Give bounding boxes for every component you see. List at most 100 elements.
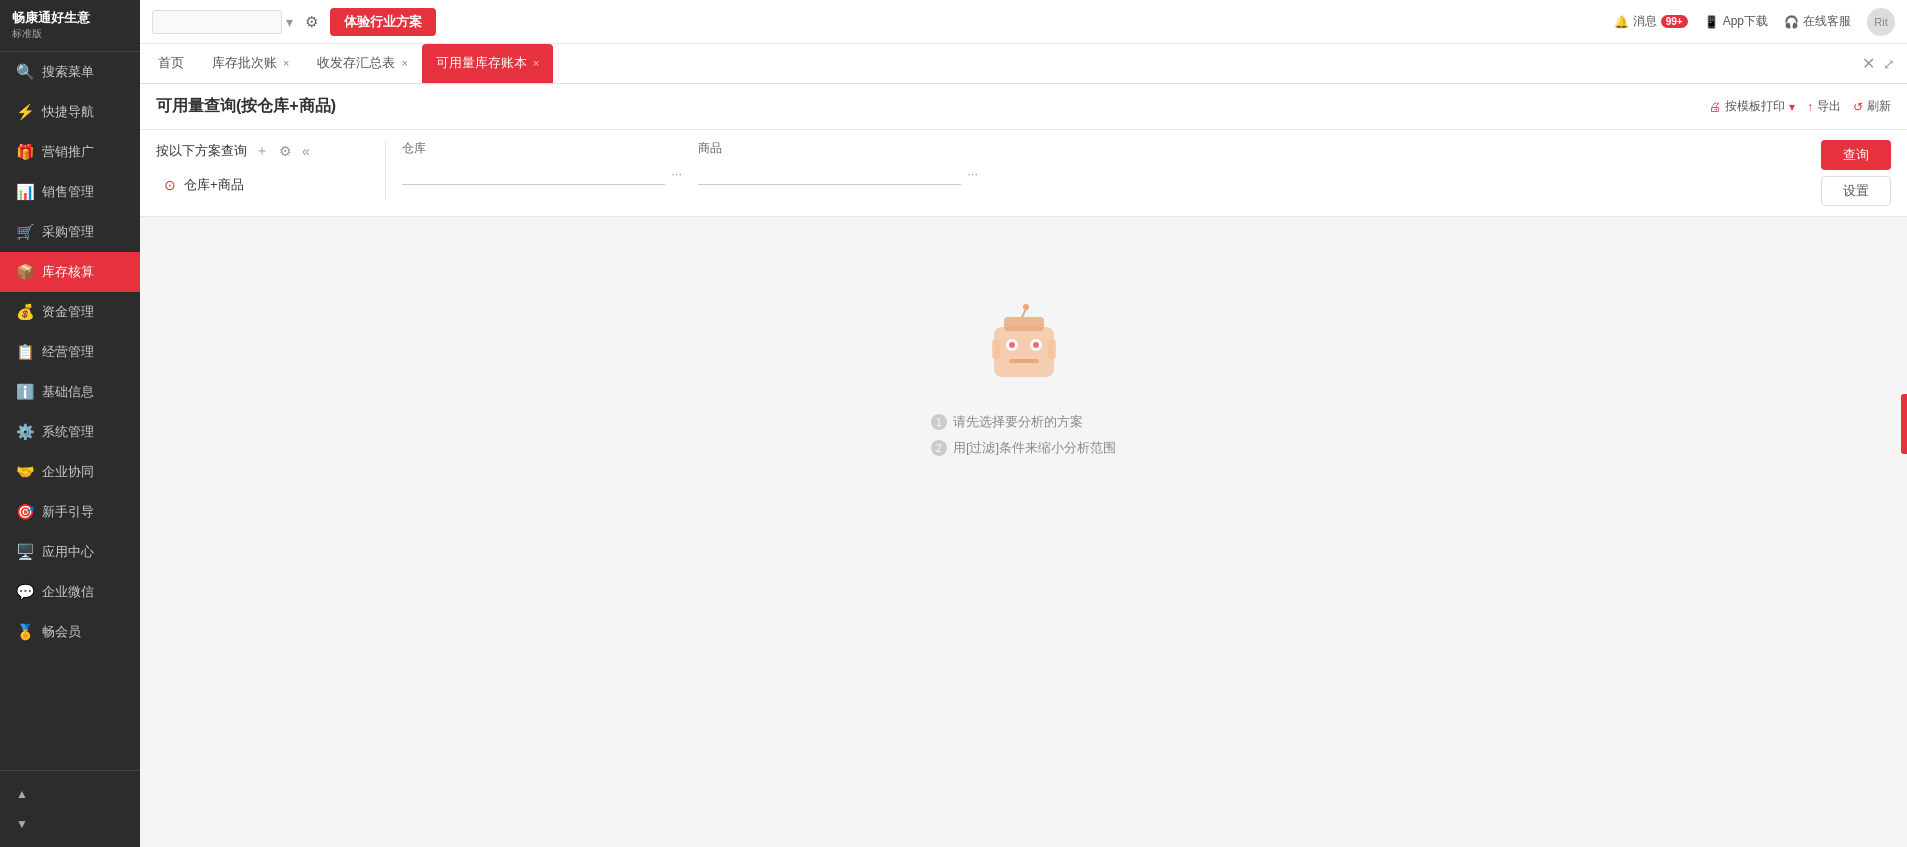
- svg-point-10: [1023, 304, 1029, 310]
- tab-available-close[interactable]: ×: [533, 57, 539, 69]
- search-button[interactable]: ▾: [286, 14, 293, 30]
- app-center-icon: 🖥️: [16, 543, 34, 561]
- sidebar-item-system[interactable]: ⚙️ 系统管理: [0, 412, 140, 452]
- gear-button[interactable]: ⚙: [301, 9, 322, 35]
- topbar-right: 🔔 消息 99+ 📱 App下载 🎧 在线客服 Rit: [1614, 8, 1895, 36]
- expand-button[interactable]: ⤢: [1883, 56, 1895, 72]
- warehouse-input[interactable]: [402, 161, 665, 185]
- scheme-header-label: 按以下方案查询: [156, 142, 247, 160]
- tab-home-label: 首页: [158, 54, 184, 72]
- sidebar-item-label: 营销推广: [42, 143, 94, 161]
- export-label: 导出: [1817, 98, 1841, 115]
- basic-info-icon: ℹ️: [16, 383, 34, 401]
- filter-product: 商品 ···: [698, 140, 978, 185]
- filter-fields: 仓库 ··· 商品 ···: [402, 140, 1805, 185]
- marketing-icon: 🎁: [16, 143, 34, 161]
- avatar: Rit: [1867, 8, 1895, 36]
- bell-icon: 🔔: [1614, 15, 1629, 29]
- notifications-label: 消息: [1633, 13, 1657, 30]
- sidebar-nav: 🔍 搜索菜单 ⚡ 快捷导航 🎁 营销推广 📊 销售管理 🛒 采购管理 📦 库存核…: [0, 52, 140, 770]
- search-input[interactable]: [152, 10, 282, 34]
- sidebar-scroll-down[interactable]: ▼: [0, 809, 140, 839]
- sidebar-item-finance[interactable]: 💰 资金管理: [0, 292, 140, 332]
- sidebar-item-inventory[interactable]: 📦 库存核算: [0, 252, 140, 292]
- tabbar-right: ✕ ⤢: [1862, 44, 1903, 83]
- sales-icon: 📊: [16, 183, 34, 201]
- export-btn[interactable]: ↑ 导出: [1807, 98, 1841, 115]
- svg-point-4: [1009, 342, 1015, 348]
- sidebar-item-operations[interactable]: 📋 经营管理: [0, 332, 140, 372]
- collapse-scheme-btn[interactable]: «: [300, 141, 312, 161]
- warehouse-input-row: ···: [402, 161, 682, 185]
- sidebar: 畅康通好生意 标准版 🔍 搜索菜单 ⚡ 快捷导航 🎁 营销推广 📊 销售管理 🛒…: [0, 0, 140, 847]
- svg-rect-0: [994, 327, 1054, 377]
- empty-tip-2: 2 用[过滤]条件来缩小分析范围: [931, 439, 1116, 457]
- svg-line-9: [1022, 309, 1026, 317]
- scheme-item-warehouse[interactable]: ⊙ 仓库+商品: [156, 170, 373, 200]
- sidebar-item-label: 采购管理: [42, 223, 94, 241]
- tab-summary[interactable]: 收发存汇总表 ×: [303, 44, 421, 83]
- sidebar-item-basic-info[interactable]: ℹ️ 基础信息: [0, 372, 140, 412]
- tab-home[interactable]: 首页: [144, 44, 198, 83]
- page-content: 可用量查询(按仓库+商品) 🖨 按模板打印 ▾ ↑ 导出 ↺ 刷新: [140, 84, 1907, 847]
- sidebar-item-quicknav[interactable]: ⚡ 快捷导航: [0, 92, 140, 132]
- sidebar-item-label: 应用中心: [42, 543, 94, 561]
- tab-summary-close[interactable]: ×: [401, 57, 407, 69]
- setting-button[interactable]: 设置: [1821, 176, 1891, 206]
- app-download-btn[interactable]: 📱 App下载: [1704, 13, 1768, 30]
- purchase-icon: 🛒: [16, 223, 34, 241]
- tab-available-qty[interactable]: 可用量库存账本 ×: [422, 44, 553, 83]
- print-icon: 🖨: [1709, 100, 1721, 114]
- empty-illustration: [974, 297, 1074, 397]
- print-template-btn[interactable]: 🖨 按模板打印 ▾: [1709, 98, 1795, 115]
- sidebar-item-label: 销售管理: [42, 183, 94, 201]
- tab-batch-account[interactable]: 库存批次账 ×: [198, 44, 303, 83]
- notifications-btn[interactable]: 🔔 消息 99+: [1614, 13, 1688, 30]
- sidebar-item-marketing[interactable]: 🎁 营销推广: [0, 132, 140, 172]
- filter-warehouse: 仓库 ···: [402, 140, 682, 185]
- tip-num-1: 1: [931, 414, 947, 430]
- sidebar-item-purchase[interactable]: 🛒 采购管理: [0, 212, 140, 252]
- refresh-icon: ↺: [1853, 100, 1863, 114]
- quicknav-icon: ⚡: [16, 103, 34, 121]
- online-cs-btn[interactable]: 🎧 在线客服: [1784, 13, 1851, 30]
- sidebar-item-label: 搜索菜单: [42, 63, 94, 81]
- edit-scheme-btn[interactable]: ⚙: [277, 141, 294, 161]
- product-input[interactable]: [698, 161, 961, 185]
- tabbar: 首页 库存批次账 × 收发存汇总表 × 可用量库存账本 × ✕ ⤢: [140, 44, 1907, 84]
- warehouse-more-btn[interactable]: ···: [671, 166, 682, 181]
- scroll-up-icon: ▲: [16, 787, 28, 801]
- experience-btn[interactable]: 体验行业方案: [330, 8, 436, 36]
- main-area: ▾ ⚙ 体验行业方案 🔔 消息 99+ 📱 App下载 🎧 在线客服 Rit: [140, 0, 1907, 847]
- search-menu-icon: 🔍: [16, 63, 34, 81]
- product-more-btn[interactable]: ···: [967, 166, 978, 181]
- query-scheme-header: 按以下方案查询 ＋ ⚙ «: [156, 140, 373, 162]
- sidebar-item-app-center[interactable]: 🖥️ 应用中心: [0, 532, 140, 572]
- sidebar-item-enterprise[interactable]: 🤝 企业协同: [0, 452, 140, 492]
- empty-state: 1 请先选择要分析的方案 2 用[过滤]条件来缩小分析范围: [140, 217, 1907, 537]
- user-menu[interactable]: Rit: [1867, 8, 1895, 36]
- sidebar-item-sales[interactable]: 📊 销售管理: [0, 172, 140, 212]
- print-label: 按模板打印: [1725, 98, 1785, 115]
- sidebar-item-guide[interactable]: 🎯 新手引导: [0, 492, 140, 532]
- sidebar-item-label: 企业微信: [42, 583, 94, 601]
- page-header: 可用量查询(按仓库+商品) 🖨 按模板打印 ▾ ↑ 导出 ↺ 刷新: [140, 84, 1907, 130]
- sidebar-item-membership[interactable]: 🏅 畅会员: [0, 612, 140, 652]
- sidebar-item-label: 企业协同: [42, 463, 94, 481]
- sidebar-item-search[interactable]: 🔍 搜索菜单: [0, 52, 140, 92]
- tab-batch-close[interactable]: ×: [283, 57, 289, 69]
- phone-icon: 📱: [1704, 15, 1719, 29]
- sidebar-scroll-up[interactable]: ▲: [0, 779, 140, 809]
- sidebar-item-wechat[interactable]: 💬 企业微信: [0, 572, 140, 612]
- logo-title: 畅康通好生意: [12, 10, 128, 27]
- sidebar-item-label: 畅会员: [42, 623, 81, 641]
- close-tab-button[interactable]: ✕: [1862, 54, 1875, 73]
- membership-icon: 🏅: [16, 623, 34, 641]
- refresh-btn[interactable]: ↺ 刷新: [1853, 98, 1891, 115]
- sidebar-logo: 畅康通好生意 标准版: [0, 0, 140, 52]
- operations-icon: 📋: [16, 343, 34, 361]
- query-scheme-section: 按以下方案查询 ＋ ⚙ « ⊙ 仓库+商品: [156, 140, 386, 200]
- add-scheme-btn[interactable]: ＋: [253, 140, 271, 162]
- export-icon: ↑: [1807, 100, 1813, 114]
- query-button[interactable]: 查询: [1821, 140, 1891, 170]
